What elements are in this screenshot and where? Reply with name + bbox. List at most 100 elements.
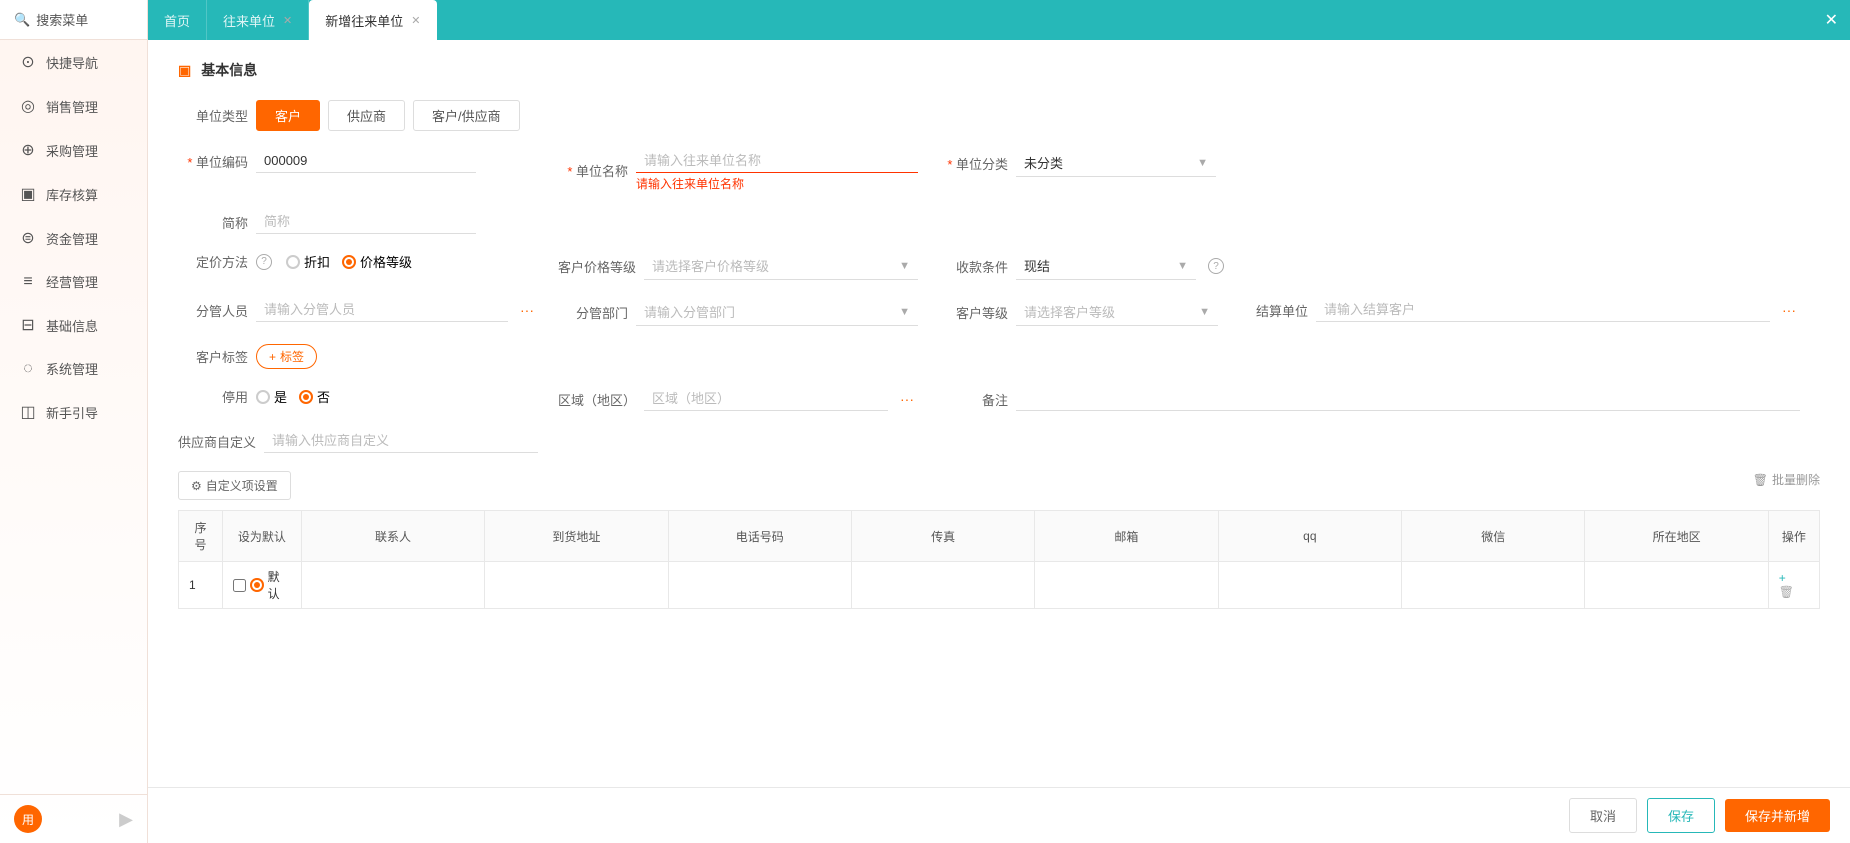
sidebar-item-quick-nav[interactable]: ⊙ 快捷导航: [0, 40, 147, 84]
unit-type-label: 单位类型: [178, 106, 248, 125]
save-button[interactable]: 保存: [1647, 798, 1715, 833]
supplier-custom-input[interactable]: [264, 429, 538, 453]
tab-new-counterparty-close[interactable]: ✕: [411, 14, 420, 27]
custom-settings-label: 自定义项设置: [206, 477, 278, 494]
cell-address[interactable]: [485, 562, 668, 609]
unit-btn-supplier[interactable]: 供应商: [328, 100, 405, 131]
unit-category-select[interactable]: 未分类 ▼: [1016, 149, 1216, 177]
col-wechat: 微信: [1402, 511, 1585, 562]
payment-terms-select[interactable]: 现结 ▼: [1016, 252, 1196, 280]
fax-input[interactable]: [862, 578, 1024, 593]
radio-disabled-no[interactable]: 否: [299, 387, 330, 406]
region-input[interactable]: [644, 387, 888, 411]
department-chevron: ▼: [899, 306, 910, 318]
unit-name-field: 单位名称 请输入往来单位名称: [558, 149, 938, 192]
phone-input[interactable]: [679, 578, 841, 593]
batch-delete-btn[interactable]: 🗑 批量删除: [1753, 471, 1820, 488]
row-checkbox[interactable]: [233, 579, 246, 592]
sidebar-item-finance[interactable]: ⊜ 资金管理: [0, 216, 147, 260]
pricing-row: 定价方法 ? 折扣 价格等级 客户价格等级 请选择客户价格等级: [178, 252, 1820, 280]
department-label: 分管部门: [558, 303, 628, 322]
pricing-method-field: 定价方法 ? 折扣 价格等级: [178, 252, 558, 271]
save-new-button[interactable]: 保存并新增: [1725, 799, 1830, 832]
region-cell-input[interactable]: [1595, 578, 1757, 593]
row-add-btn[interactable]: +: [1779, 571, 1786, 585]
qq-input[interactable]: [1229, 578, 1391, 593]
region-field: 区域（地区） ···: [558, 387, 938, 411]
wechat-input[interactable]: [1412, 578, 1574, 593]
cell-region[interactable]: [1585, 562, 1768, 609]
cell-phone[interactable]: [668, 562, 851, 609]
tab-home[interactable]: 首页: [148, 0, 207, 40]
unit-name-error: 请输入往来单位名称: [636, 175, 918, 192]
sidebar-expand-icon[interactable]: ▶: [119, 809, 133, 830]
email-input[interactable]: [1045, 578, 1207, 593]
contact-input[interactable]: [312, 578, 474, 593]
cell-wechat[interactable]: [1402, 562, 1585, 609]
payment-terms-label: 收款条件: [938, 257, 1008, 276]
cell-contact[interactable]: [301, 562, 484, 609]
batch-delete-label: 批量删除: [1772, 471, 1820, 488]
sidebar-item-label: 新手引导: [46, 403, 98, 422]
sidebar-item-basic-info[interactable]: ⊟ 基础信息: [0, 303, 147, 347]
unit-btn-both[interactable]: 客户/供应商: [413, 100, 520, 131]
unit-code-input[interactable]: [256, 149, 476, 173]
form-content: ▣ 基本信息 单位类型 客户 供应商 客户/供应商 单位编码 单位名称: [148, 40, 1850, 787]
pricing-help-icon[interactable]: ?: [256, 254, 272, 270]
custom-settings-button[interactable]: ⚙ 自定义项设置: [178, 471, 291, 500]
pricing-radio-group: 折扣 价格等级: [286, 252, 412, 271]
unit-btn-customer[interactable]: 客户: [256, 100, 320, 131]
address-input[interactable]: [495, 578, 657, 593]
radio-discount[interactable]: 折扣: [286, 252, 330, 271]
sidebar-search[interactable]: 🔍 搜索菜单: [0, 0, 147, 40]
manager-more-btn[interactable]: ···: [516, 302, 538, 318]
supplier-custom-row: 供应商自定义: [178, 429, 1820, 453]
sidebar-item-label: 系统管理: [46, 359, 98, 378]
cell-email[interactable]: [1035, 562, 1218, 609]
payment-terms-help-icon[interactable]: ?: [1208, 258, 1224, 274]
sidebar-item-label: 资金管理: [46, 229, 98, 248]
radio-price-level[interactable]: 价格等级: [342, 252, 412, 271]
remark-input[interactable]: [1016, 387, 1800, 411]
cancel-button[interactable]: 取消: [1569, 798, 1637, 833]
manager-input[interactable]: [256, 298, 508, 322]
radio-disabled-yes[interactable]: 是: [256, 387, 287, 406]
region-label: 区域（地区）: [558, 390, 636, 409]
unit-name-input[interactable]: [636, 149, 918, 173]
customer-price-level-select[interactable]: 请选择客户价格等级 ▼: [644, 252, 918, 280]
sidebar-item-sales[interactable]: ◎ 销售管理: [0, 84, 147, 128]
disabled-row: 停用 是 否 区域（地区） ··· 备注: [178, 387, 1820, 411]
customer-level-label: 客户等级: [938, 303, 1008, 322]
department-select[interactable]: 请输入分管部门 ▼: [636, 298, 918, 326]
row-delete-btn[interactable]: 🗑: [1779, 585, 1794, 599]
customer-level-select[interactable]: 请选择客户等级 ▼: [1016, 298, 1218, 326]
table-section: ⚙ 自定义项设置 🗑 批量删除 序号 设为默认 联系人 到货地址 电话号码 传真…: [178, 471, 1820, 609]
tab-bar-close[interactable]: ✕: [1825, 10, 1850, 30]
radio-yes-circle: [256, 390, 270, 404]
sidebar-item-label: 经营管理: [46, 272, 98, 291]
region-more-btn[interactable]: ···: [896, 391, 918, 407]
tab-new-counterparty[interactable]: 新增往来单位 ✕: [309, 0, 437, 40]
radio-price-level-label: 价格等级: [360, 252, 412, 271]
sidebar-item-operations[interactable]: ≡ 经营管理: [0, 260, 147, 303]
tab-counterparty[interactable]: 往来单位 ✕: [207, 0, 309, 40]
tab-counterparty-close[interactable]: ✕: [283, 14, 292, 27]
sidebar-item-inventory[interactable]: ▣ 库存核算: [0, 172, 147, 216]
add-tag-button[interactable]: + 标签: [256, 344, 317, 369]
manager-label: 分管人员: [178, 301, 248, 320]
sidebar-item-guide[interactable]: ◫ 新手引导: [0, 390, 147, 434]
settlement-input[interactable]: [1316, 298, 1770, 322]
cell-qq[interactable]: [1218, 562, 1401, 609]
unit-code-label: 单位编码: [178, 152, 248, 171]
sidebar-item-system[interactable]: ◌ 系统管理: [0, 347, 147, 390]
contacts-table: 序号 设为默认 联系人 到货地址 电话号码 传真 邮箱 qq 微信 所在地区 操…: [178, 510, 1820, 609]
cell-fax[interactable]: [851, 562, 1034, 609]
operations-icon: ≡: [18, 273, 38, 291]
row-default-radio[interactable]: 默认: [250, 568, 291, 602]
tab-new-counterparty-label: 新增往来单位: [325, 11, 403, 30]
short-name-input[interactable]: [256, 210, 476, 234]
table-row: 1 默认: [179, 562, 1820, 609]
settlement-more-btn[interactable]: ···: [1778, 302, 1800, 318]
sales-icon: ◎: [18, 96, 38, 116]
sidebar-item-purchase[interactable]: ⊕ 采购管理: [0, 128, 147, 172]
